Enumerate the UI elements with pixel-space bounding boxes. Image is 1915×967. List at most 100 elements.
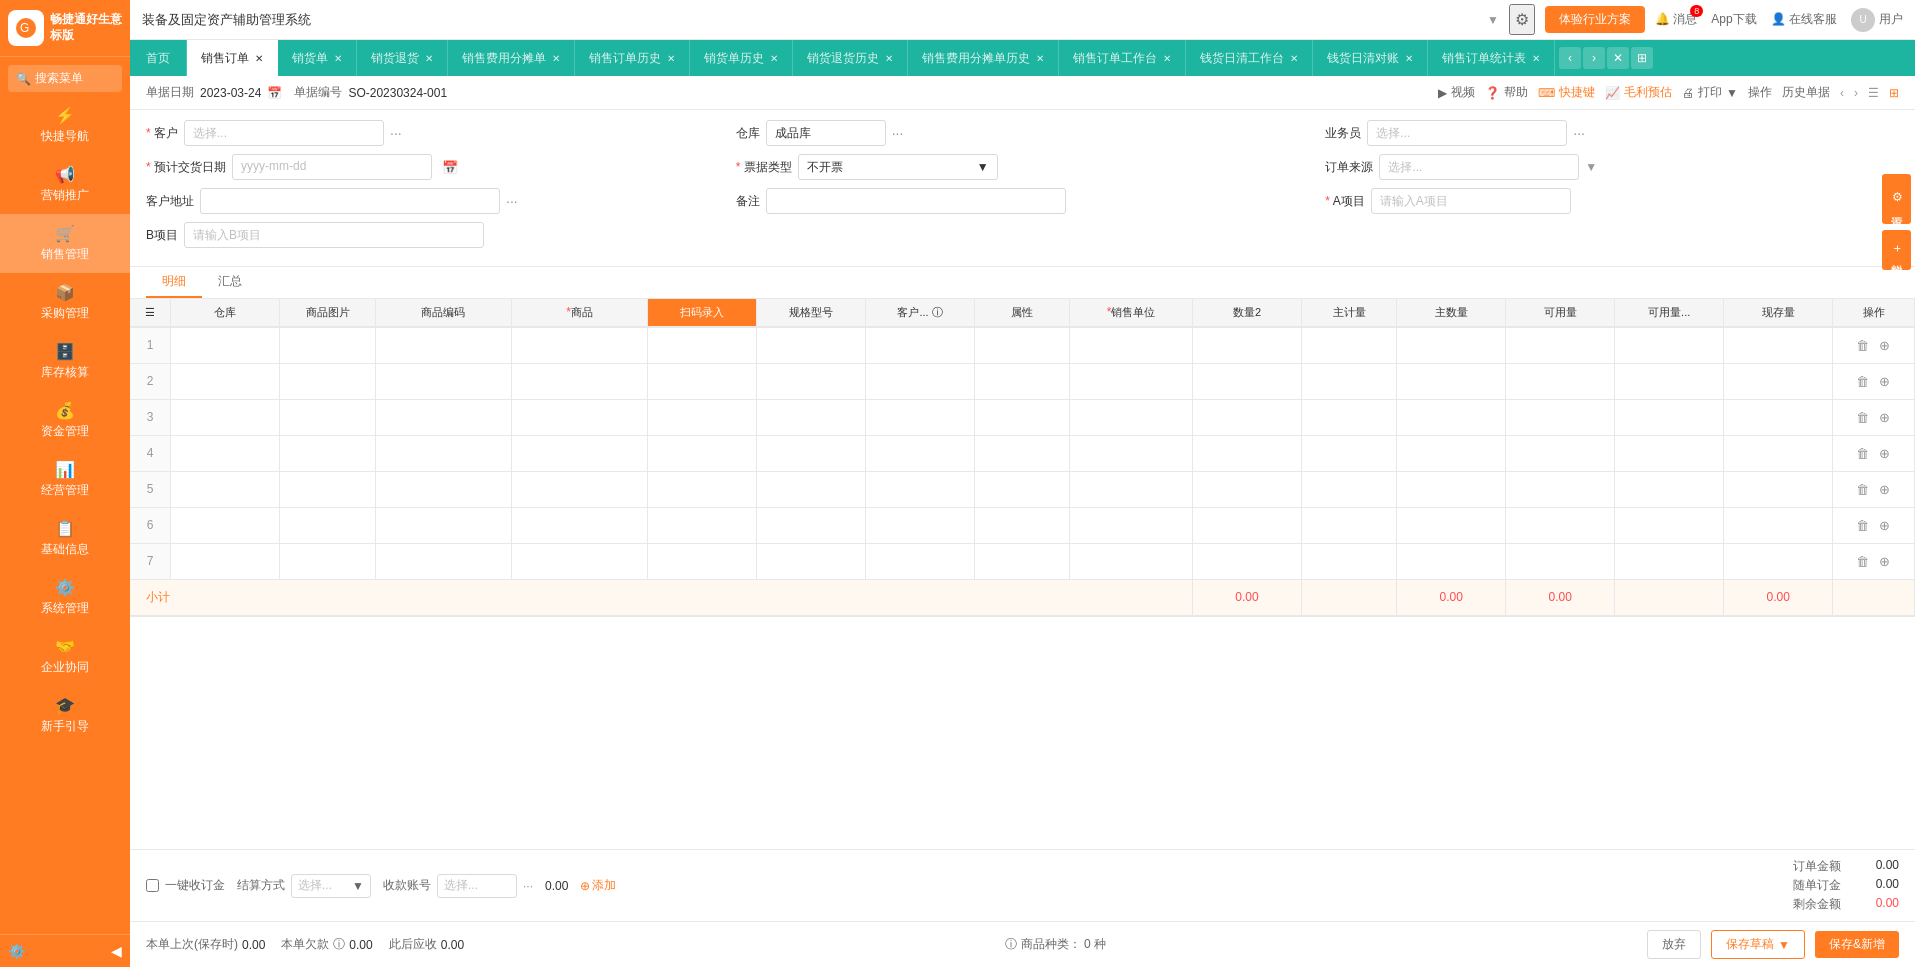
tab-close-icon[interactable]: ✕ <box>1290 53 1298 64</box>
warehouse-more-icon[interactable]: ··· <box>892 125 904 141</box>
tab-daily-reconcile[interactable]: 钱货日清对账 ✕ <box>1313 40 1428 76</box>
save-draft-button[interactable]: 保存草稿 ▼ <box>1711 930 1805 959</box>
row-3-unit[interactable] <box>1070 399 1193 435</box>
tab-sales-slip[interactable]: 销货单 ✕ <box>278 40 357 76</box>
row-1-copy-button[interactable]: ⊕ <box>1876 336 1894 354</box>
row-2-delete-button[interactable]: 🗑 <box>1854 372 1872 390</box>
tabs-grid-button[interactable]: ⊞ <box>1631 47 1653 69</box>
tab-order-stats[interactable]: 销售订单统计表 ✕ <box>1428 40 1555 76</box>
help-action[interactable]: ❓ 帮助 <box>1485 84 1528 101</box>
row-1-warehouse[interactable] <box>171 327 280 363</box>
row-3-customer-code[interactable] <box>866 399 975 435</box>
row-4-copy-button[interactable]: ⊕ <box>1876 444 1894 462</box>
row-5-qty2[interactable] <box>1192 471 1301 507</box>
order-source-input[interactable]: 选择... <box>1379 154 1579 180</box>
sidebar-item-quick-nav[interactable]: ⚡ 快捷导航 <box>0 96 130 155</box>
row-3-scan[interactable] <box>648 399 757 435</box>
row-4-available[interactable] <box>1506 435 1615 471</box>
view-action[interactable]: ▶ 视频 <box>1438 84 1475 101</box>
sidebar-item-inventory[interactable]: 🗄️ 库存核算 <box>0 332 130 391</box>
row-7-delete-button[interactable]: 🗑 <box>1854 552 1872 570</box>
row-2-spec[interactable] <box>757 363 866 399</box>
settings-float-button[interactable]: ⚙ 设置 <box>1882 174 1911 224</box>
row-3-warehouse[interactable] <box>171 399 280 435</box>
form-grid-view[interactable]: ⊞ <box>1889 86 1899 100</box>
row-1-available2[interactable] <box>1615 327 1724 363</box>
shortcut-action[interactable]: ⌨ 快捷键 <box>1538 84 1595 101</box>
row-5-current[interactable] <box>1724 471 1833 507</box>
row-5-delete-button[interactable]: 🗑 <box>1854 480 1872 498</box>
row-4-image[interactable] <box>280 435 375 471</box>
app-download-link[interactable]: App下载 <box>1711 11 1756 28</box>
row-4-main-qty[interactable] <box>1397 435 1506 471</box>
user-menu[interactable]: U 用户 <box>1851 8 1903 32</box>
row-3-product[interactable] <box>511 399 647 435</box>
row-7-copy-button[interactable]: ⊕ <box>1876 552 1894 570</box>
row-2-available2[interactable] <box>1615 363 1724 399</box>
row-2-copy-button[interactable]: ⊕ <box>1876 372 1894 390</box>
row-1-image[interactable] <box>280 327 375 363</box>
col-settings[interactable]: ☰ <box>130 299 171 327</box>
row-5-image[interactable] <box>280 471 375 507</box>
row-6-available2[interactable] <box>1615 507 1724 543</box>
tab-home[interactable]: 首页 <box>130 40 187 76</box>
row-5-available2[interactable] <box>1615 471 1724 507</box>
row-2-main-qty[interactable] <box>1397 363 1506 399</box>
tab-close-icon[interactable]: ✕ <box>1532 53 1540 64</box>
row-5-customer-code[interactable] <box>866 471 975 507</box>
sidebar-item-finance[interactable]: 💰 资金管理 <box>0 391 130 450</box>
row-4-warehouse[interactable] <box>171 435 280 471</box>
row-6-product[interactable] <box>511 507 647 543</box>
row-1-customer-code[interactable] <box>866 327 975 363</box>
tab-order-workbench[interactable]: 销售订单工作台 ✕ <box>1059 40 1186 76</box>
calendar-icon[interactable]: 📅 <box>267 86 282 100</box>
row-3-current[interactable] <box>1724 399 1833 435</box>
tab-slip-history[interactable]: 销货单历史 ✕ <box>690 40 793 76</box>
tab-sales-order[interactable]: 销售订单 ✕ <box>187 40 278 76</box>
sidebar-settings-button[interactable]: ⚙️ <box>8 943 25 959</box>
row-6-available[interactable] <box>1506 507 1615 543</box>
row-1-spec[interactable] <box>757 327 866 363</box>
tab-return-history[interactable]: 销货退货历史 ✕ <box>793 40 908 76</box>
form-nav-next[interactable]: › <box>1854 86 1858 100</box>
topbar-gear-button[interactable]: ⚙ <box>1509 4 1535 35</box>
row-6-spec[interactable] <box>757 507 866 543</box>
sidebar-item-basic[interactable]: 📋 基础信息 <box>0 509 130 568</box>
table-scroll[interactable]: ☰ 仓库 商品图片 商品编码 *商品 扫码录入 规格型号 客户... ⓘ 属性 … <box>130 299 1915 617</box>
tabs-more-button[interactable]: ✕ <box>1607 47 1629 69</box>
row-1-available[interactable] <box>1506 327 1615 363</box>
sidebar-item-sales[interactable]: 🛒 销售管理 <box>0 214 130 273</box>
row-3-available[interactable] <box>1506 399 1615 435</box>
tab-close-icon[interactable]: ✕ <box>1036 53 1044 64</box>
tab-fee-split-history[interactable]: 销售费用分摊单历史 ✕ <box>908 40 1059 76</box>
discard-button[interactable]: 放弃 <box>1647 930 1701 959</box>
row-5-product[interactable] <box>511 471 647 507</box>
form-nav-prev[interactable]: ‹ <box>1840 86 1844 100</box>
row-2-customer-code[interactable] <box>866 363 975 399</box>
sidebar-item-guide[interactable]: 🎓 新手引导 <box>0 686 130 745</box>
row-4-scan[interactable] <box>648 435 757 471</box>
row-5-copy-button[interactable]: ⊕ <box>1876 480 1894 498</box>
sidebar-item-operations[interactable]: 📊 经营管理 <box>0 450 130 509</box>
row-5-main-qty[interactable] <box>1397 471 1506 507</box>
tab-fee-split[interactable]: 销售费用分摊单 ✕ <box>448 40 575 76</box>
row-7-main-qty[interactable] <box>1397 543 1506 579</box>
salesperson-more-icon[interactable]: ··· <box>1573 125 1585 141</box>
row-6-qty2[interactable] <box>1192 507 1301 543</box>
sidebar-item-enterprise[interactable]: 🤝 企业协同 <box>0 627 130 686</box>
row-5-unit[interactable] <box>1070 471 1193 507</box>
row-1-scan[interactable] <box>648 327 757 363</box>
row-1-attribute[interactable] <box>975 327 1070 363</box>
row-7-image[interactable] <box>280 543 375 579</box>
tab-close-icon[interactable]: ✕ <box>552 53 560 64</box>
row-3-attribute[interactable] <box>975 399 1070 435</box>
settlement-select[interactable]: 选择... ▼ <box>291 874 371 898</box>
inner-tab-summary[interactable]: 汇总 <box>202 267 258 298</box>
row-3-copy-button[interactable]: ⊕ <box>1876 408 1894 426</box>
row-4-delete-button[interactable]: 🗑 <box>1854 444 1872 462</box>
profit-action[interactable]: 📈 毛利预估 <box>1605 84 1672 101</box>
row-2-scan[interactable] <box>648 363 757 399</box>
delivery-date-calendar-icon[interactable]: 📅 <box>442 160 458 175</box>
row-3-available2[interactable] <box>1615 399 1724 435</box>
col-scan[interactable]: 扫码录入 <box>648 299 757 327</box>
